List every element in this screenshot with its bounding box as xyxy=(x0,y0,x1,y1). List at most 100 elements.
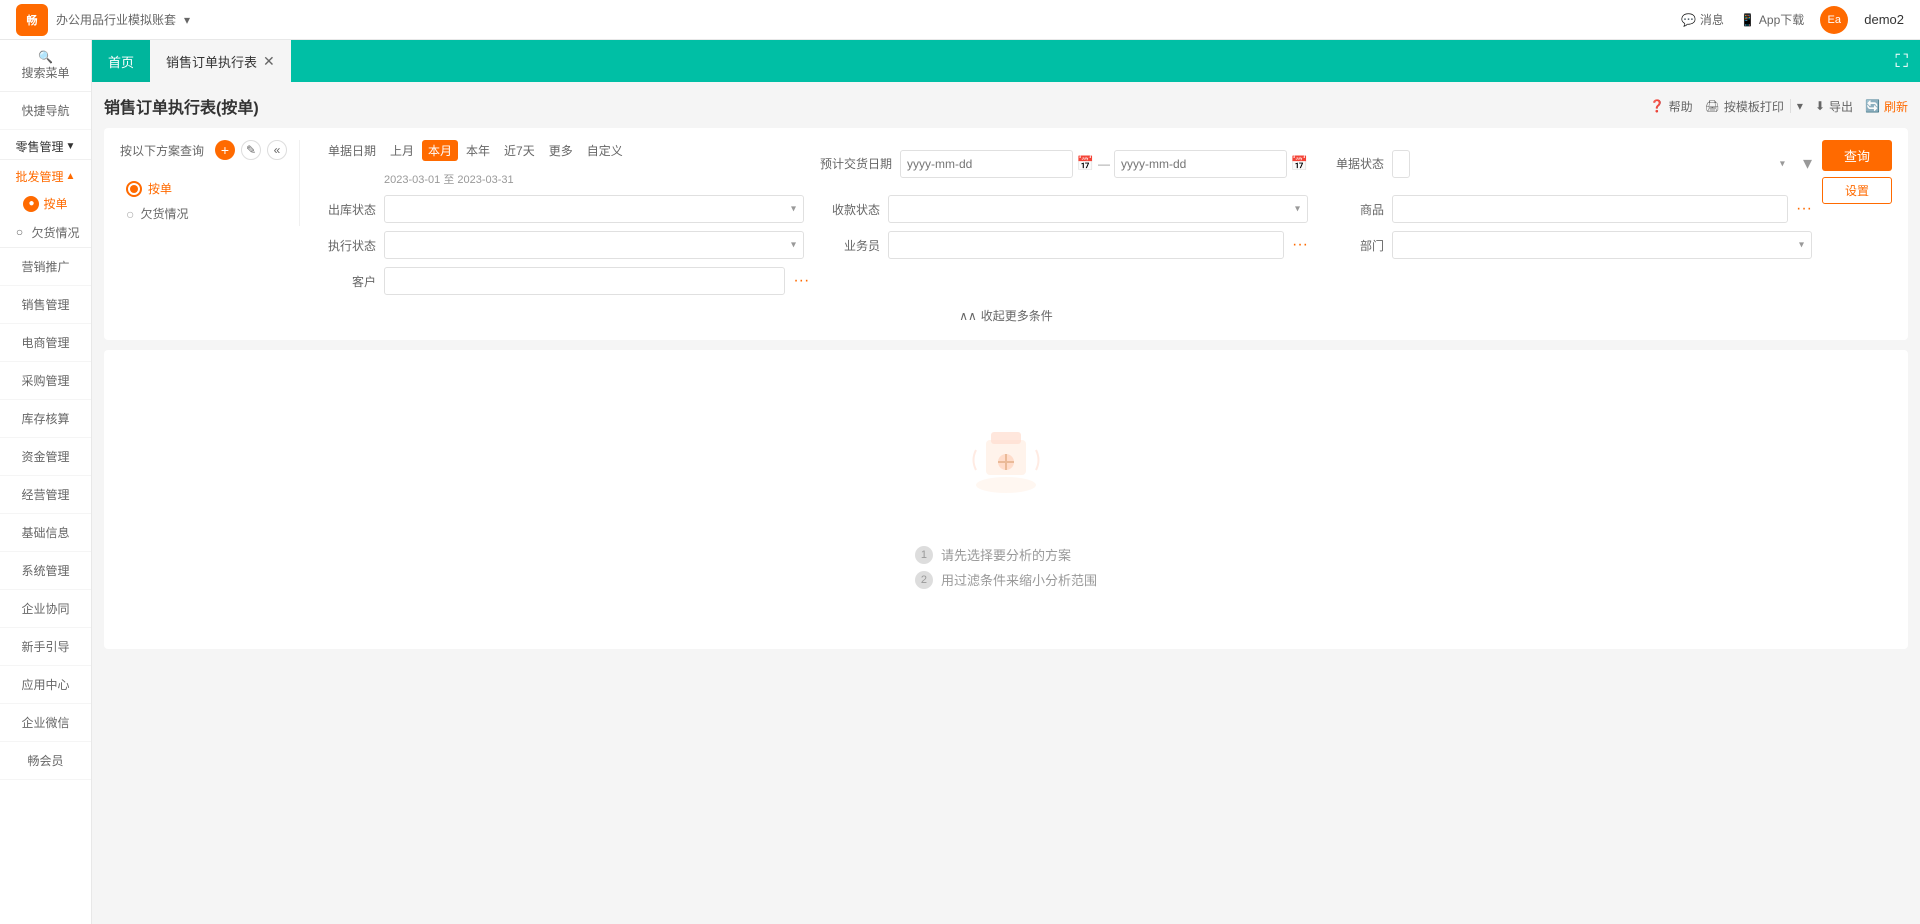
customer-label: 客户 xyxy=(316,273,376,290)
sidebar-item-quicknav[interactable]: 快捷导航 xyxy=(0,92,91,130)
cal-from-icon[interactable]: 📅 xyxy=(1077,155,1094,172)
filter-field-status: 单据状态 ▾ xyxy=(1324,140,1812,187)
sidebar-item-sales[interactable]: 销售管理 xyxy=(0,286,91,324)
sidebar-sub-按单[interactable]: ● 按单 xyxy=(0,189,91,218)
template-dropdown-icon[interactable]: ▾ xyxy=(1797,99,1803,113)
scheme-collapse-btn[interactable]: « xyxy=(267,140,287,160)
logo-text: 畅 xyxy=(27,12,38,28)
status-select[interactable] xyxy=(1392,150,1410,178)
sidebar-item-marketing[interactable]: 营销推广 xyxy=(0,248,91,286)
按单-label: 按单 xyxy=(43,195,67,212)
date-tabs: 上月 本月 本年 近7天 更多 自定义 xyxy=(384,140,629,161)
status-dropdown-icon[interactable]: ▾ xyxy=(1803,153,1812,174)
scheme-edit-btn[interactable]: ✎ xyxy=(241,140,261,160)
date-sep: — xyxy=(1098,157,1110,171)
sidebar-item-inventory[interactable]: 库存核算 xyxy=(0,400,91,438)
date-tab-自定义[interactable]: 自定义 xyxy=(581,140,629,161)
sidebar-item-ecommerce[interactable]: 电商管理 xyxy=(0,324,91,362)
sidebar-item-wholesale[interactable]: 批发管理 ▲ xyxy=(0,160,91,189)
system-label: 系统管理 xyxy=(21,564,69,578)
tab-sales-exec[interactable]: 销售订单执行表 ✕ xyxy=(150,40,291,82)
sidebar-item-wecom[interactable]: 企业微信 xyxy=(0,704,91,742)
customer-input[interactable] xyxy=(384,267,785,295)
quicknav-label: 快捷导航 xyxy=(21,104,69,118)
date-tab-本年[interactable]: 本年 xyxy=(460,140,496,161)
sidebar-item-guide[interactable]: 新手引导 xyxy=(0,628,91,666)
scheme-active-icon-inner xyxy=(130,185,138,193)
date-tab-上月[interactable]: 上月 xyxy=(384,140,420,161)
template-print-btn[interactable]: 🖨 按模板打印 ▾ xyxy=(1705,98,1803,115)
app-title-dropdown[interactable]: ▾ xyxy=(184,13,190,27)
date-tab-近7天[interactable]: 近7天 xyxy=(498,140,541,161)
tab-expand-btn[interactable]: ⛶ xyxy=(1883,40,1920,82)
date-tab-更多[interactable]: 更多 xyxy=(543,140,579,161)
top-bar-right: 💬 消息 📱 App下载 Ea demo2 xyxy=(1681,6,1904,34)
export-icon: ⬇ xyxy=(1815,99,1825,113)
sidebar-item-system[interactable]: 系统管理 xyxy=(0,552,91,590)
sidebar-search-label: 搜索菜单 xyxy=(8,64,83,81)
cal-to-icon[interactable]: 📅 xyxy=(1291,155,1308,172)
help-btn[interactable]: ❓ 帮助 xyxy=(1650,98,1693,115)
member-label: 畅会员 xyxy=(27,754,63,768)
expected-date-to[interactable] xyxy=(1114,150,1287,178)
user-name[interactable]: demo2 xyxy=(1864,12,1904,27)
sidebar-sub-欠货情况[interactable]: ○ 欠货情况 xyxy=(0,218,91,247)
product-more-btn[interactable]: ··· xyxy=(1796,201,1812,217)
sidebar-group-wholesale: 批发管理 ▲ ● 按单 ○ 欠货情况 xyxy=(0,160,91,248)
salesperson-input[interactable] xyxy=(888,231,1284,259)
app-logo: 畅 xyxy=(16,4,48,36)
tab-home[interactable]: 首页 xyxy=(92,40,150,82)
filter-right-buttons: 查询 设置 xyxy=(1812,140,1892,204)
sidebar: 🔍 搜索菜单 快捷导航 零售管理 ▼ 批发管理 ▲ ● 按单 ○ 欠 xyxy=(0,40,92,924)
refresh-btn[interactable]: 🔄 刷新 xyxy=(1865,98,1908,115)
expected-date-from[interactable] xyxy=(900,150,1073,178)
dept-select[interactable] xyxy=(1392,231,1812,259)
tip-1-text: 请先选择要分析的方案 xyxy=(941,545,1071,564)
dept-select-wrapper xyxy=(1392,231,1812,259)
tab-close-icon[interactable]: ✕ xyxy=(263,54,275,68)
receipt-select[interactable] xyxy=(888,195,1308,223)
app-download-btn[interactable]: 📱 App下载 xyxy=(1740,11,1804,28)
sidebar-item-member[interactable]: 畅会员 xyxy=(0,742,91,780)
sidebar-item-enterprise[interactable]: 企业协同 xyxy=(0,590,91,628)
operation-label: 经营管理 xyxy=(21,488,69,502)
outbound-select[interactable] xyxy=(384,195,804,223)
sidebar-search[interactable]: 🔍 搜索菜单 xyxy=(0,40,91,92)
export-btn[interactable]: ⬇ 导出 xyxy=(1815,98,1853,115)
sidebar-item-basic[interactable]: 基础信息 xyxy=(0,514,91,552)
scheme-add-btn[interactable]: + xyxy=(215,140,235,160)
outbound-label: 出库状态 xyxy=(316,201,376,218)
message-btn[interactable]: 💬 消息 xyxy=(1681,11,1724,28)
avatar[interactable]: Ea xyxy=(1820,6,1848,34)
scheme-欠货情况-label: 欠货情况 xyxy=(140,205,188,222)
app-title: 办公用品行业模拟账套 xyxy=(56,11,176,28)
page-header: 销售订单执行表(按单) ❓ 帮助 🖨 按模板打印 ▾ ⬇ 导出 xyxy=(104,94,1908,118)
欠货情况-icon: ○ xyxy=(11,225,27,241)
date-tab-本月[interactable]: 本月 xyxy=(422,140,458,161)
scheme-item-欠货情况[interactable]: ○ 欠货情况 xyxy=(120,201,287,226)
empty-illustration xyxy=(956,410,1056,510)
collapse-button[interactable]: ∧∧ 收起更多条件 xyxy=(947,303,1065,328)
salesperson-more-btn[interactable]: ··· xyxy=(1292,237,1308,253)
scheme-item-按单[interactable]: 按单 xyxy=(120,176,287,201)
tip-2-num: 2 xyxy=(915,571,933,589)
settings-button[interactable]: 设置 xyxy=(1822,177,1892,204)
exec-select[interactable] xyxy=(384,231,804,259)
按单-icon: ● xyxy=(23,196,39,212)
page-actions: ❓ 帮助 🖨 按模板打印 ▾ ⬇ 导出 🔄 刷 xyxy=(1650,98,1908,115)
sidebar-item-appcenter[interactable]: 应用中心 xyxy=(0,666,91,704)
product-input[interactable] xyxy=(1392,195,1788,223)
marketing-label: 营销推广 xyxy=(21,260,69,274)
sidebar-item-purchase[interactable]: 采购管理 xyxy=(0,362,91,400)
purchase-label: 采购管理 xyxy=(21,374,69,388)
basic-label: 基础信息 xyxy=(21,526,69,540)
customer-more-btn[interactable]: ··· xyxy=(793,273,809,289)
sidebar-item-finance[interactable]: 资金管理 xyxy=(0,438,91,476)
sidebar-item-retail[interactable]: 零售管理 ▼ xyxy=(0,130,91,159)
divider xyxy=(1790,99,1791,113)
query-button[interactable]: 查询 xyxy=(1822,140,1892,171)
filter-field-dept: 部门 xyxy=(1324,231,1812,259)
content-area: 首页 销售订单执行表 ✕ ⛶ 销售订单执行表(按单) ❓ 帮助 xyxy=(92,40,1920,924)
sidebar-item-operation[interactable]: 经营管理 xyxy=(0,476,91,514)
wecom-label: 企业微信 xyxy=(21,716,69,730)
